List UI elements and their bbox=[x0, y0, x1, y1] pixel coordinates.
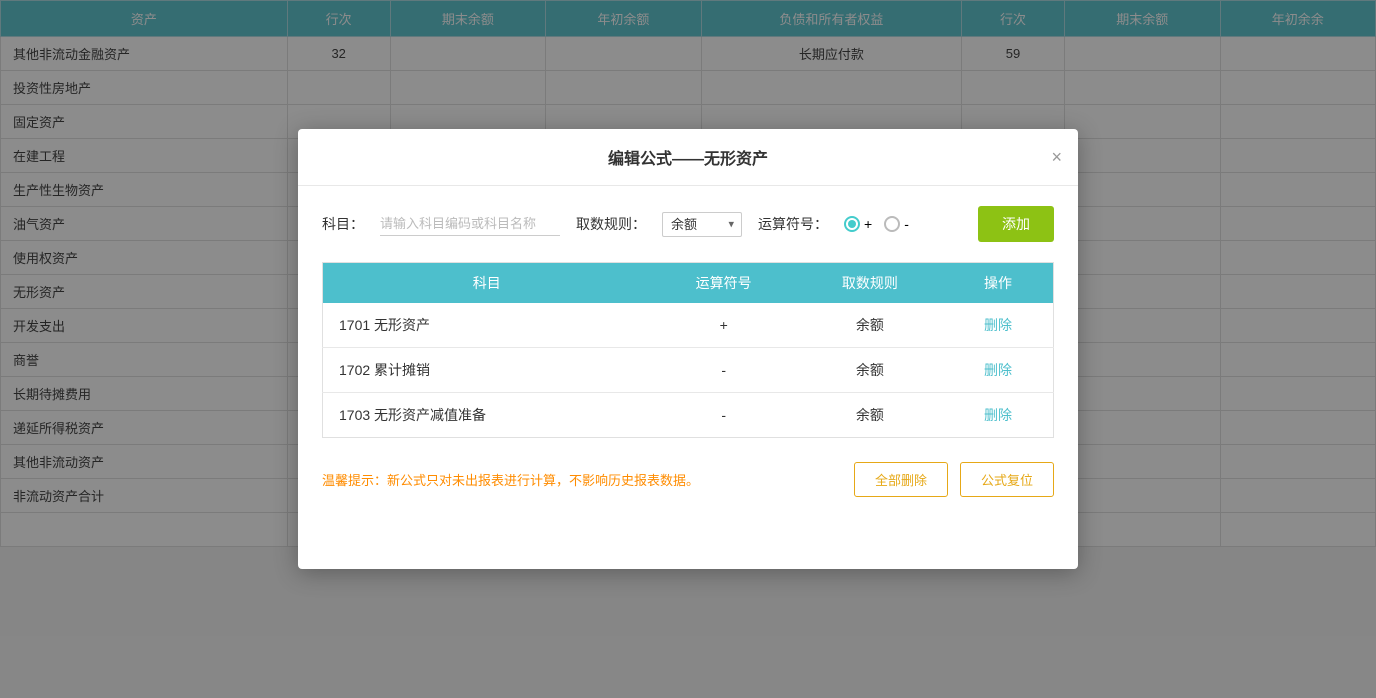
radio-minus-label: - bbox=[904, 216, 909, 232]
rule-select-wrapper[interactable]: 余额 借方 贷方 借方累计 贷方累计 bbox=[662, 212, 742, 237]
operator-label: 运算符号： bbox=[758, 214, 828, 234]
th-action: 操作 bbox=[943, 263, 1054, 304]
formula-subject: 1702 累计摊销 bbox=[323, 348, 651, 393]
radio-minus[interactable]: - bbox=[884, 216, 909, 232]
modal-footer: 温馨提示：新公式只对未出报表进行计算，不影响历史报表数据。 全部删除 公式复位 bbox=[298, 446, 1078, 501]
formula-table: 科目 运算符号 取数规则 操作 1701 无形资产 + 余额 删除 1702 累… bbox=[322, 262, 1054, 438]
rule-label: 取数规则： bbox=[576, 214, 646, 234]
delete-button-2[interactable]: 删除 bbox=[984, 362, 1012, 378]
form-row: 科目： 取数规则： 余额 借方 贷方 借方累计 贷方累计 运算符号： + bbox=[298, 186, 1078, 262]
formula-rule: 余额 bbox=[797, 393, 943, 438]
subject-input[interactable] bbox=[380, 212, 560, 236]
delete-button-3[interactable]: 删除 bbox=[984, 407, 1012, 423]
th-subject: 科目 bbox=[323, 263, 651, 304]
formula-operator: - bbox=[651, 393, 797, 438]
modal-title: 编辑公式——无形资产 bbox=[608, 151, 768, 168]
formula-rule: 余额 bbox=[797, 303, 943, 348]
th-operator: 运算符号 bbox=[651, 263, 797, 304]
edit-formula-modal: 编辑公式——无形资产 × 科目： 取数规则： 余额 借方 贷方 借方累计 贷方累… bbox=[298, 129, 1078, 569]
radio-plus-circle bbox=[844, 216, 860, 232]
formula-row: 1702 累计摊销 - 余额 删除 bbox=[323, 348, 1054, 393]
formula-row: 1701 无形资产 + 余额 删除 bbox=[323, 303, 1054, 348]
th-rule: 取数规则 bbox=[797, 263, 943, 304]
add-button[interactable]: 添加 bbox=[978, 206, 1054, 242]
radio-plus[interactable]: + bbox=[844, 216, 872, 232]
formula-rule: 余额 bbox=[797, 348, 943, 393]
subject-label: 科目： bbox=[322, 214, 364, 234]
formula-operator: - bbox=[651, 348, 797, 393]
formula-row: 1703 无形资产减值准备 - 余额 删除 bbox=[323, 393, 1054, 438]
operator-radio-group: + - bbox=[844, 216, 909, 232]
modal-overlay: 编辑公式——无形资产 × 科目： 取数规则： 余额 借方 贷方 借方累计 贷方累… bbox=[0, 0, 1376, 698]
formula-subject: 1701 无形资产 bbox=[323, 303, 651, 348]
footer-buttons: 全部删除 公式复位 bbox=[854, 462, 1054, 497]
modal-close-button[interactable]: × bbox=[1051, 148, 1062, 166]
radio-plus-label: + bbox=[864, 216, 872, 232]
footer-hint: 温馨提示：新公式只对未出报表进行计算，不影响历史报表数据。 bbox=[322, 470, 699, 489]
modal-header: 编辑公式——无形资产 × bbox=[298, 129, 1078, 186]
delete-all-button[interactable]: 全部删除 bbox=[854, 462, 948, 497]
rule-select[interactable]: 余额 借方 贷方 借方累计 贷方累计 bbox=[662, 212, 742, 237]
reset-formula-button[interactable]: 公式复位 bbox=[960, 462, 1054, 497]
delete-button-1[interactable]: 删除 bbox=[984, 317, 1012, 333]
formula-operator: + bbox=[651, 303, 797, 348]
radio-minus-circle bbox=[884, 216, 900, 232]
formula-subject: 1703 无形资产减值准备 bbox=[323, 393, 651, 438]
